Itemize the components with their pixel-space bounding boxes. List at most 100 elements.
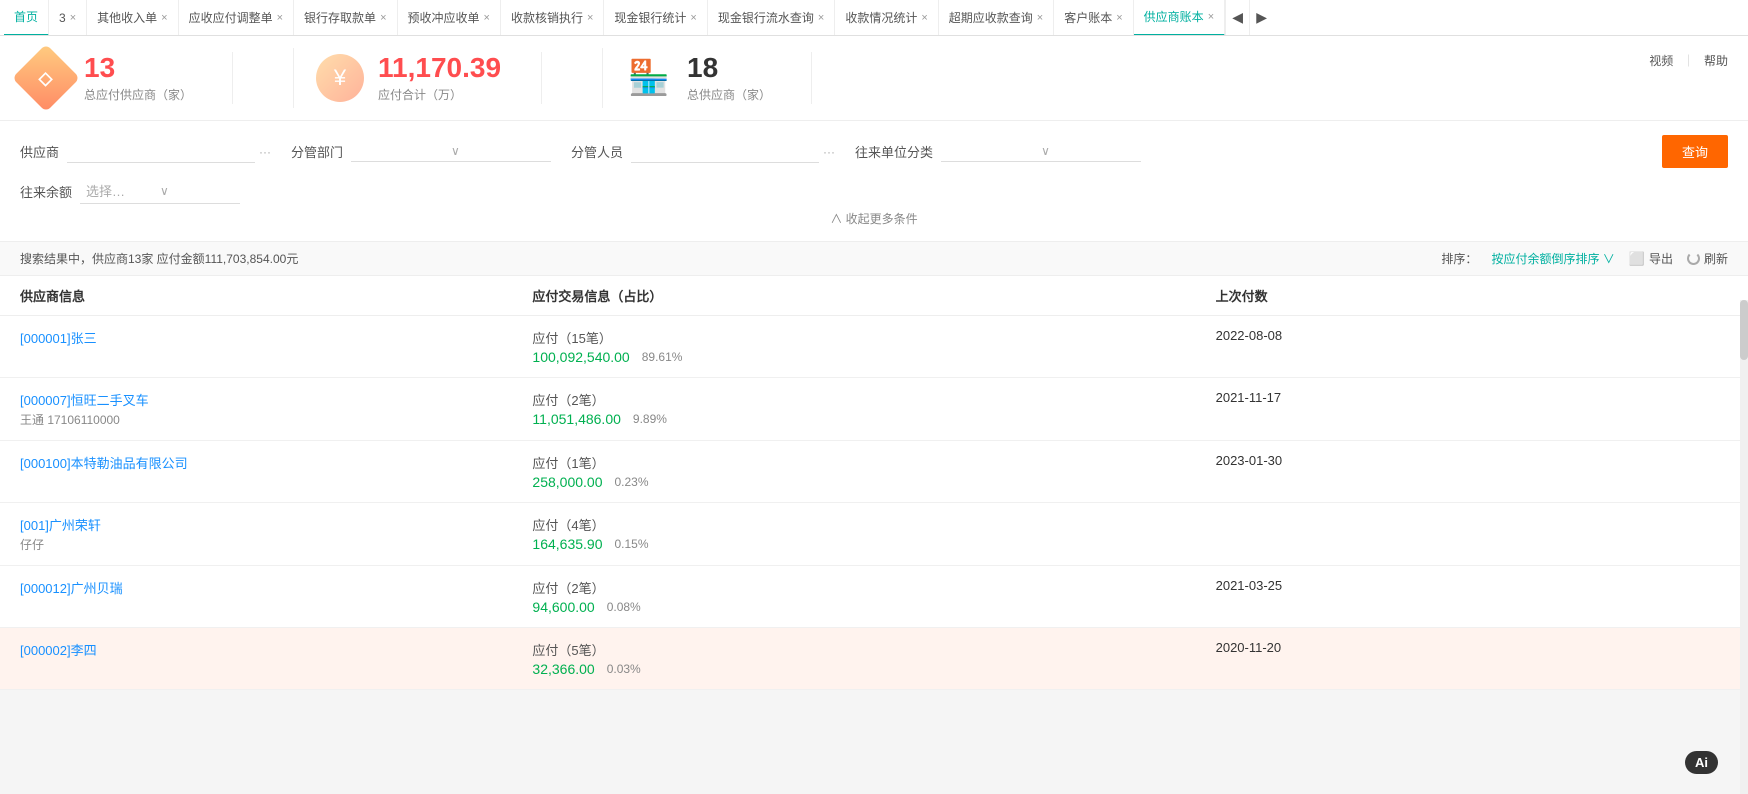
search-area: 供应商 ··· 分管部门 ∨ 分管人员 ··· 往来单位分类 ∨ 查询 — [0, 121, 1748, 242]
supplier-info-3: [001]广州荣轩 仔仔 — [20, 515, 532, 553]
personnel-field: 分管人员 ··· — [571, 141, 835, 163]
personnel-label: 分管人员 — [571, 142, 623, 161]
export-label: 导出 — [1649, 250, 1673, 267]
supplier-info-1: [000007]恒旺二手叉车 王通 17106110000 — [20, 390, 532, 428]
nav-tab-cash-bank-stat-close[interactable]: × — [690, 12, 696, 24]
supplier-info-0: [000001]张三 — [20, 328, 532, 347]
export-btn[interactable]: ⬜ 导出 — [1629, 250, 1673, 267]
header-transaction: 应付交易信息（占比） — [532, 286, 1215, 305]
nav-tab-collection-exec-close[interactable]: × — [587, 12, 593, 24]
trans-row-0: 100,092,540.00 89.61% — [532, 349, 1215, 365]
nav-tab-supplier-ledger-close[interactable]: × — [1208, 11, 1214, 23]
query-button[interactable]: 查询 — [1662, 135, 1728, 168]
table-row: [000001]张三 应付（15笔） 100,092,540.00 89.61%… — [0, 316, 1748, 378]
nav-tab-3[interactable]: 3 × — [49, 0, 87, 36]
supplier-input[interactable] — [67, 141, 255, 163]
department-dropdown-icon: ∨ — [451, 144, 545, 158]
supplier-info-4: [000012]广州贝瑞 — [20, 578, 532, 597]
supplier-name-1[interactable]: [000007]恒旺二手叉车 — [20, 393, 149, 408]
result-bar: 搜索结果中，供应商13家 应付金额111,703,854.00元 排序： 按应付… — [0, 242, 1748, 276]
trans-row-1: 11,051,486.00 9.89% — [532, 411, 1215, 427]
nav-tab-overdue-query-close[interactable]: × — [1037, 12, 1043, 24]
supplier-name-4[interactable]: [000012]广州贝瑞 — [20, 581, 123, 596]
nav-tab-collection-exec[interactable]: 收款核销执行 × — [501, 0, 604, 36]
lastpay-2: 2023-01-30 — [1216, 453, 1558, 468]
nav-tab-collection-exec-label: 收款核销执行 — [511, 9, 583, 26]
help-link[interactable]: 帮助 — [1704, 54, 1728, 68]
nav-tab-ar-ap-adjust[interactable]: 应收应付调整单 × — [179, 0, 294, 36]
department-label: 分管部门 — [291, 142, 343, 161]
nav-tab-supplier-ledger[interactable]: 供应商账本 × — [1134, 0, 1225, 36]
collapse-more-conditions-btn[interactable]: ∧ 收起更多条件 — [20, 204, 1728, 233]
nav-scroll-right[interactable]: ▶ — [1249, 0, 1273, 36]
personnel-ellipsis-btn[interactable]: ··· — [823, 145, 835, 159]
top-navigation: 首页 3 × 其他收入单 × 应收应付调整单 × 银行存取款单 × 预收冲应收单… — [0, 0, 1748, 36]
export-icon: ⬜ — [1629, 251, 1645, 267]
trans-amount-3[interactable]: 164,635.90 — [532, 536, 602, 552]
scrollbar-thumb[interactable] — [1740, 300, 1748, 360]
trans-amount-0[interactable]: 100,092,540.00 — [532, 349, 629, 365]
search-row-2: 往来余额 选择… ∨ — [20, 178, 1728, 204]
header-lastpay: 上次付数 — [1216, 286, 1558, 305]
nav-tab-bank-deposit-close[interactable]: × — [380, 12, 386, 24]
balance-select[interactable]: 选择… ∨ — [80, 178, 240, 204]
nav-tab-cash-bank-stat[interactable]: 现金银行统计 × — [604, 0, 707, 36]
supplier-name-5[interactable]: [000002]李四 — [20, 643, 97, 658]
stat-icon-store: 🏪 — [623, 52, 675, 104]
nav-tab-cash-bank-flow[interactable]: 现金银行流水查询 × — [708, 0, 835, 36]
sort-select[interactable]: 按应付余额倒序排序 ∨ — [1491, 250, 1614, 267]
nav-tab-ar-ap-adjust-close[interactable]: × — [277, 12, 283, 24]
nav-tab-other-income-close[interactable]: × — [161, 12, 167, 24]
trans-amount-1[interactable]: 11,051,486.00 — [532, 411, 621, 427]
stats-bar: ◇ 13 总应付供应商（家） ¥ 11,170.39 应付合计（万） 🏪 18 … — [0, 36, 1748, 121]
stat-total-payable-amount: ¥ 11,170.39 应付合计（万） — [314, 52, 542, 104]
table-row: [000007]恒旺二手叉车 王通 17106110000 应付（2笔） 11,… — [0, 378, 1748, 441]
supplier-name-3[interactable]: [001]广州荣轩 — [20, 518, 101, 533]
trans-amount-5[interactable]: 32,366.00 — [532, 661, 594, 677]
table-header: 供应商信息 应付交易信息（占比） 上次付数 — [0, 276, 1748, 316]
nav-tab-prepay-offset-close[interactable]: × — [484, 12, 490, 24]
scrollbar-track[interactable] — [1740, 300, 1748, 690]
nav-tab-home[interactable]: 首页 — [4, 0, 49, 36]
nav-tab-3-close[interactable]: × — [70, 12, 76, 24]
top-right-links: 视频 ｜ 帮助 — [1649, 52, 1728, 69]
stat-payable-amount-label: 应付合计（万） — [378, 86, 501, 103]
nav-tab-cash-bank-stat-label: 现金银行统计 — [614, 9, 686, 26]
stat-total-payable-suppliers: ◇ 13 总应付供应商（家） — [20, 52, 233, 104]
nav-tab-collection-stat[interactable]: 收款情况统计 × — [835, 0, 938, 36]
transaction-info-5: 应付（5笔） 32,366.00 0.03% — [532, 640, 1215, 677]
personnel-input[interactable] — [631, 141, 819, 163]
trans-percent-1: 9.89% — [633, 412, 667, 426]
result-info: 搜索结果中，供应商13家 应付金额111,703,854.00元 — [20, 250, 1441, 267]
supplier-name-0[interactable]: [000001]张三 — [20, 331, 97, 346]
transaction-info-3: 应付（4笔） 164,635.90 0.15% — [532, 515, 1215, 552]
supplier-name-2[interactable]: [000100]本特勒油品有限公司 — [20, 456, 188, 471]
search-row-1: 供应商 ··· 分管部门 ∨ 分管人员 ··· 往来单位分类 ∨ 查询 — [20, 135, 1728, 168]
nav-tab-customer-ledger[interactable]: 客户账本 × — [1054, 0, 1133, 36]
transaction-info-0: 应付（15笔） 100,092,540.00 89.61% — [532, 328, 1215, 365]
trans-label-5: 应付（5笔） — [532, 640, 1215, 659]
supplier-info-2: [000100]本特勒油品有限公司 — [20, 453, 532, 472]
department-select[interactable]: ∨ — [351, 141, 551, 162]
nav-tab-collection-stat-close[interactable]: × — [921, 12, 927, 24]
nav-tab-overdue-query[interactable]: 超期应收款查询 × — [939, 0, 1054, 36]
nav-tab-bank-deposit[interactable]: 银行存取款单 × — [294, 0, 397, 36]
trans-percent-5: 0.03% — [607, 662, 641, 676]
trans-label-1: 应付（2笔） — [532, 390, 1215, 409]
nav-tab-other-income[interactable]: 其他收入单 × — [87, 0, 178, 36]
supplier-ellipsis-btn[interactable]: ··· — [259, 145, 271, 159]
supplier-field: 供应商 ··· — [20, 141, 271, 163]
stat-total-suppliers-label: 总供应商（家） — [687, 86, 771, 103]
nav-tab-customer-ledger-close[interactable]: × — [1116, 12, 1122, 24]
trans-row-5: 32,366.00 0.03% — [532, 661, 1215, 677]
balance-select-value: 选择… — [86, 181, 160, 200]
ai-badge[interactable]: Ai — [1685, 751, 1718, 774]
category-select[interactable]: ∨ — [941, 141, 1141, 162]
nav-tab-cash-bank-flow-close[interactable]: × — [818, 12, 824, 24]
refresh-btn[interactable]: 刷新 — [1687, 250, 1728, 267]
video-link[interactable]: 视频 — [1649, 54, 1673, 68]
trans-amount-2[interactable]: 258,000.00 — [532, 474, 602, 490]
nav-scroll-left[interactable]: ◀ — [1225, 0, 1249, 36]
nav-tab-prepay-offset[interactable]: 预收冲应收单 × — [398, 0, 501, 36]
trans-amount-4[interactable]: 94,600.00 — [532, 599, 594, 615]
